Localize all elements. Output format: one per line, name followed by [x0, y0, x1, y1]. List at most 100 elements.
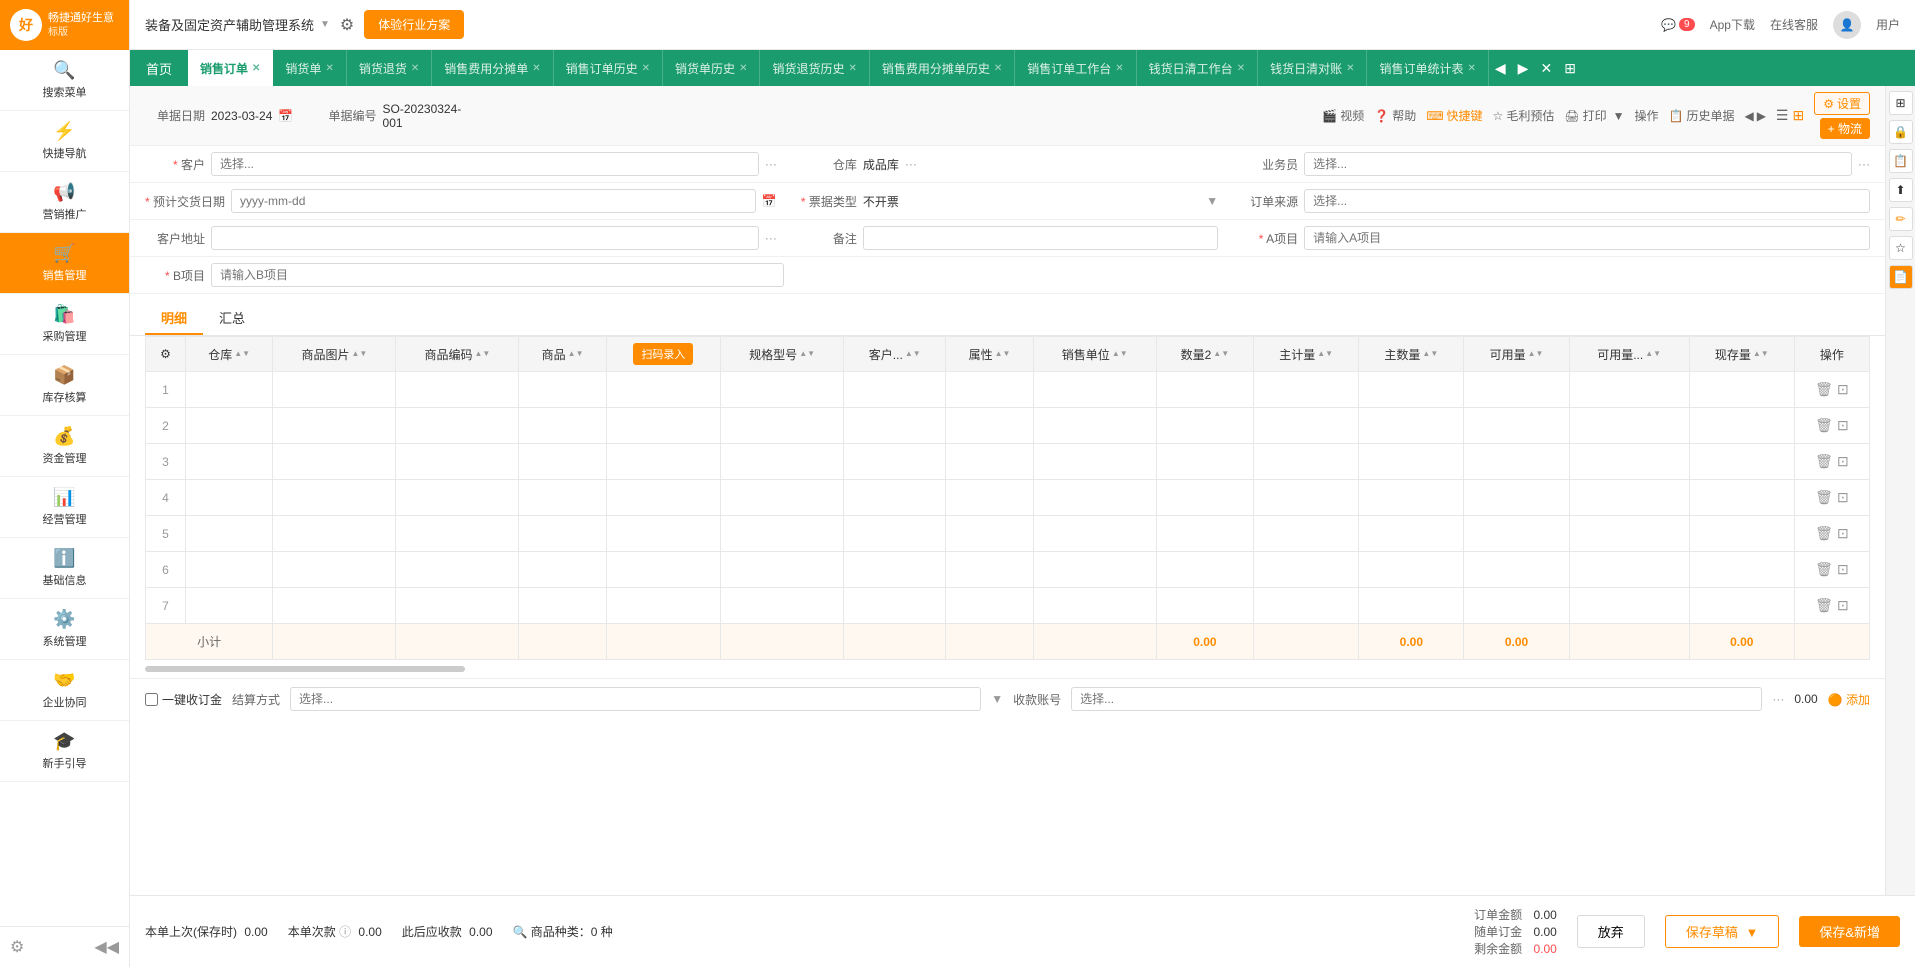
nav-tab-钱货日清工作台[interactable]: 钱货日清工作台 ✕: [1137, 50, 1258, 86]
table-cell[interactable]: [1033, 372, 1156, 408]
row-action[interactable]: 🗑⊡: [1794, 408, 1869, 444]
table-cell[interactable]: [946, 444, 1033, 480]
table-cell[interactable]: [273, 552, 396, 588]
sidebar-item-经营管理[interactable]: 📊经营管理: [0, 477, 129, 538]
table-cell[interactable]: [606, 480, 720, 516]
sidebar-item-营销推广[interactable]: 📢营销推广: [0, 172, 129, 233]
nav-tab-销货单历史[interactable]: 销货单历史 ✕: [663, 50, 760, 86]
table-cell[interactable]: [519, 408, 606, 444]
industry-solution-button[interactable]: 体验行业方案: [364, 10, 464, 39]
table-cell[interactable]: [721, 516, 844, 552]
delete-row-icon[interactable]: 🗑: [1815, 381, 1833, 398]
sidebar-collapse-icon[interactable]: ◀◀: [94, 937, 119, 957]
table-cell[interactable]: [186, 516, 273, 552]
user-name[interactable]: 用户: [1876, 16, 1900, 33]
delete-row-icon[interactable]: 🗑: [1815, 489, 1833, 506]
delivery-date-input[interactable]: [231, 189, 756, 213]
table-cell[interactable]: [1033, 588, 1156, 624]
table-cell[interactable]: [844, 552, 946, 588]
delete-row-icon[interactable]: 🗑: [1815, 525, 1833, 542]
table-cell[interactable]: [721, 480, 844, 516]
nav-tab-close[interactable]: ✕: [411, 63, 419, 74]
nav-tab-close[interactable]: ✕: [532, 63, 540, 74]
nav-tab-close[interactable]: ✕: [325, 63, 333, 74]
detail-tab-汇总[interactable]: 汇总: [203, 302, 261, 335]
sidebar-item-基础信息[interactable]: ℹ️基础信息: [0, 538, 129, 599]
table-cell[interactable]: [1464, 372, 1569, 408]
settlement-dropdown-icon[interactable]: ▼: [991, 692, 1003, 706]
col-header-仓库[interactable]: 仓库▲▼: [186, 337, 273, 372]
sidebar-item-销售管理[interactable]: 🛒销售管理: [0, 233, 129, 294]
copy-row-icon[interactable]: ⊡: [1837, 381, 1849, 398]
nav-tab-销售订单历史[interactable]: 销售订单历史 ✕: [554, 50, 663, 86]
app-download-link[interactable]: App下载: [1710, 16, 1755, 33]
table-cell[interactable]: [1689, 516, 1794, 552]
table-cell[interactable]: [1359, 588, 1464, 624]
table-cell[interactable]: [721, 408, 844, 444]
table-cell[interactable]: [1359, 372, 1464, 408]
delete-row-icon[interactable]: 🗑: [1815, 561, 1833, 578]
table-cell[interactable]: [1033, 552, 1156, 588]
right-panel-icon-7[interactable]: 📄: [1889, 265, 1913, 289]
table-cell[interactable]: [844, 444, 946, 480]
nav-tab-close[interactable]: ✕: [739, 63, 747, 74]
sort-icons[interactable]: ▲▼: [995, 350, 1011, 358]
detail-tab-明细[interactable]: 明细: [145, 302, 203, 335]
table-cell[interactable]: [1569, 552, 1689, 588]
sidebar-item-企业协同[interactable]: 🤝企业协同: [0, 660, 129, 721]
table-cell[interactable]: [1254, 444, 1359, 480]
warehouse-dots[interactable]: ···: [905, 157, 917, 171]
table-cell[interactable]: [844, 516, 946, 552]
table-cell[interactable]: [1033, 408, 1156, 444]
table-cell[interactable]: [1254, 372, 1359, 408]
right-panel-icon-2[interactable]: 🔒: [1889, 120, 1913, 144]
table-cell[interactable]: [946, 372, 1033, 408]
sort-icons[interactable]: ▲▼: [234, 350, 250, 358]
table-cell[interactable]: [1464, 408, 1569, 444]
table-cell[interactable]: [721, 552, 844, 588]
operations-btn[interactable]: 操作: [1634, 107, 1658, 124]
col-header-属性[interactable]: 属性▲▼: [946, 337, 1033, 372]
nav-tab-销售订单[interactable]: 销售订单 ✕: [188, 50, 273, 86]
table-cell[interactable]: [1156, 372, 1253, 408]
col-header-客户...[interactable]: 客户...▲▼: [844, 337, 946, 372]
col-header-主数量[interactable]: 主数量▲▼: [1359, 337, 1464, 372]
table-cell[interactable]: [606, 516, 720, 552]
nav-tab-close[interactable]: ✕: [1346, 63, 1354, 74]
table-cell[interactable]: [1254, 588, 1359, 624]
table-cell[interactable]: [1033, 480, 1156, 516]
history-btn[interactable]: 📋历史单据: [1668, 107, 1734, 124]
notes-input[interactable]: [863, 226, 1218, 250]
table-cell[interactable]: [1464, 588, 1569, 624]
a-project-input[interactable]: [1304, 226, 1870, 250]
table-cell[interactable]: [606, 372, 720, 408]
table-cell[interactable]: [1359, 516, 1464, 552]
table-cell[interactable]: [1359, 552, 1464, 588]
grid-view-icon[interactable]: ⊞: [1792, 107, 1804, 124]
nav-tab-close[interactable]: ✕: [252, 63, 260, 74]
table-cell[interactable]: [606, 408, 720, 444]
sort-icons[interactable]: ▲▼: [1753, 350, 1769, 358]
sort-icons[interactable]: ▲▼: [905, 350, 921, 358]
col-header-可用量[interactable]: 可用量▲▼: [1464, 337, 1569, 372]
table-cell[interactable]: [606, 444, 720, 480]
table-cell[interactable]: [186, 480, 273, 516]
row-action[interactable]: 🗑⊡: [1794, 372, 1869, 408]
online-service-link[interactable]: 在线客服: [1770, 16, 1818, 33]
table-cell[interactable]: [721, 588, 844, 624]
row-action[interactable]: 🗑⊡: [1794, 444, 1869, 480]
sort-icons[interactable]: ▲▼: [799, 350, 815, 358]
next-page-icon[interactable]: ▶: [1757, 109, 1766, 123]
col-header-商品[interactable]: 商品▲▼: [519, 337, 606, 372]
col-header-可用量...[interactable]: 可用量...▲▼: [1569, 337, 1689, 372]
table-cell[interactable]: [1464, 516, 1569, 552]
sort-icons[interactable]: ▲▼: [1645, 350, 1661, 358]
help-btn[interactable]: ❓帮助: [1374, 107, 1416, 124]
table-cell[interactable]: [844, 588, 946, 624]
discard-button[interactable]: 放弃: [1577, 915, 1645, 948]
scan-btn[interactable]: 扫码录入: [633, 343, 693, 365]
nav-tab-销售费用分摊单[interactable]: 销售费用分摊单 ✕: [432, 50, 553, 86]
table-cell[interactable]: [946, 552, 1033, 588]
one-click-checkbox[interactable]: [145, 693, 158, 706]
col-header-销售单位[interactable]: 销售单位▲▼: [1033, 337, 1156, 372]
